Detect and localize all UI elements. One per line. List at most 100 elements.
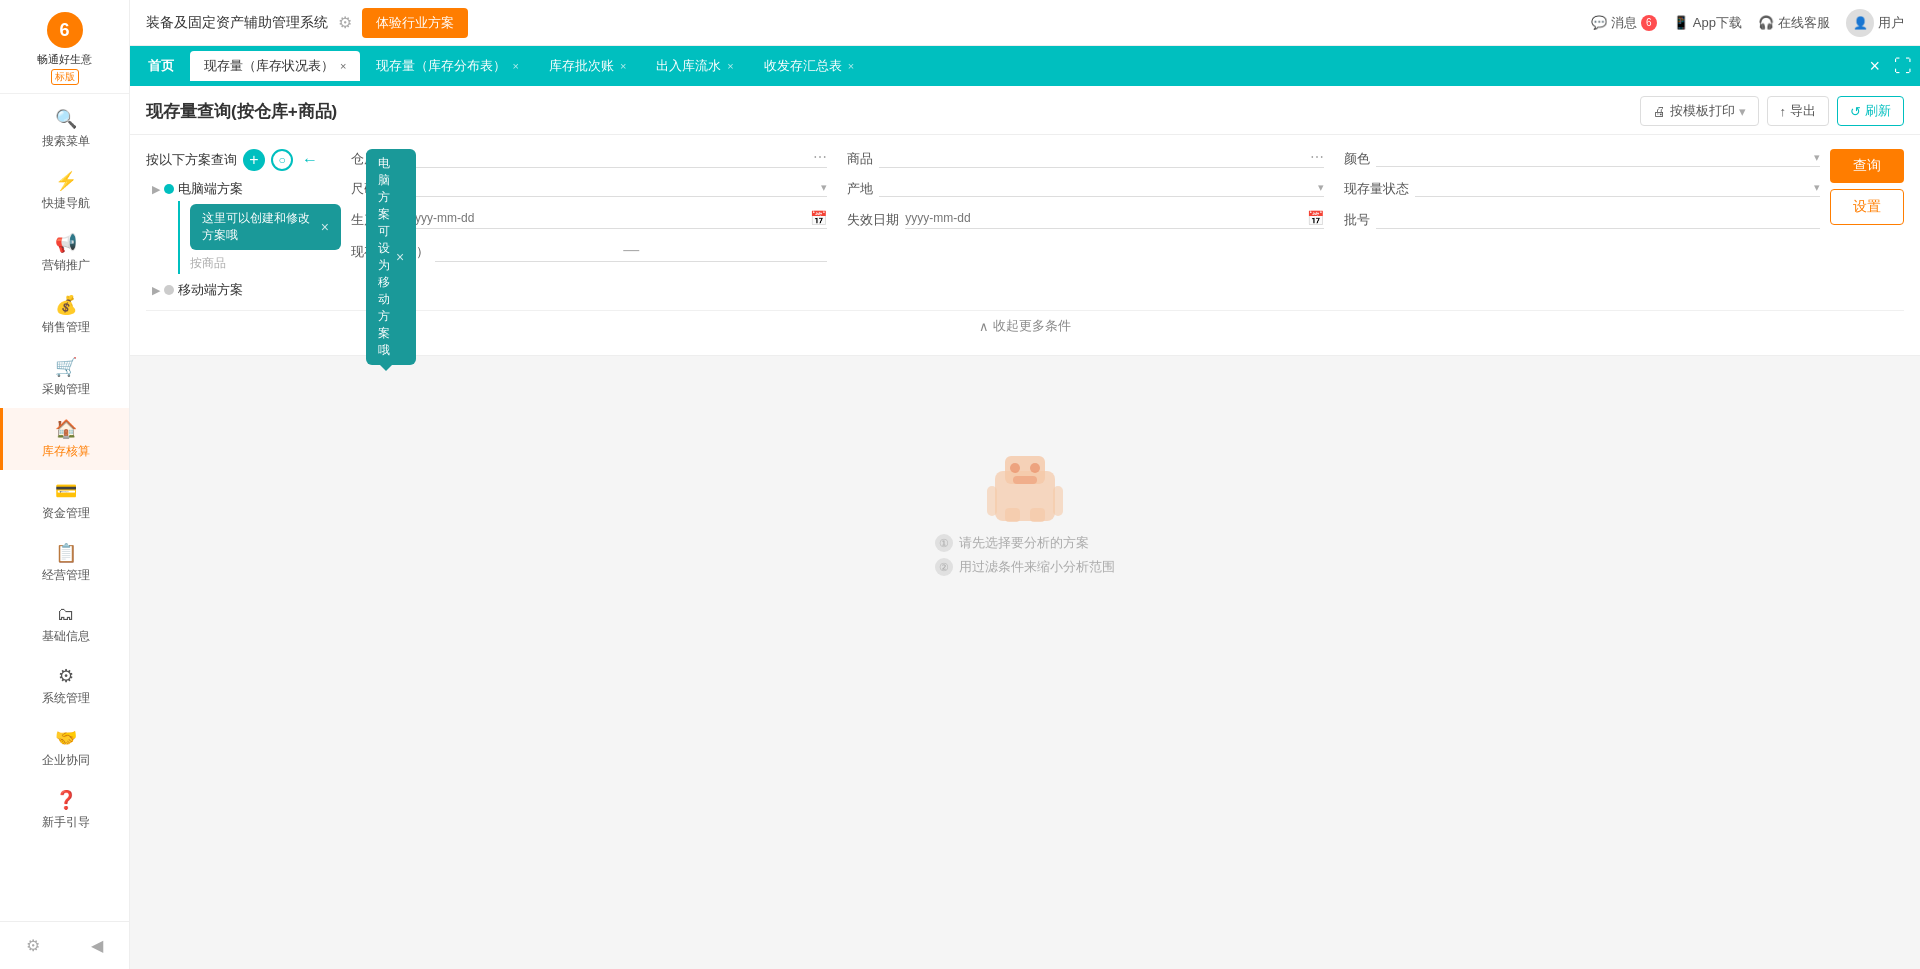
svg-rect-8 bbox=[1030, 508, 1045, 522]
collapse-up-icon: ∧ bbox=[979, 319, 989, 334]
expire-date-calendar-icon[interactable]: 📅 bbox=[1307, 210, 1324, 226]
message-icon: 💬 bbox=[1591, 15, 1607, 30]
produce-date-input[interactable] bbox=[409, 211, 810, 225]
field-stock-status-control[interactable]: ▾ bbox=[1415, 181, 1820, 197]
inventory-icon: 🏠 bbox=[55, 418, 77, 440]
warehouse-more-icon[interactable]: ⋯ bbox=[813, 149, 827, 165]
svg-rect-7 bbox=[1005, 508, 1020, 522]
sidebar-item-sales[interactable]: 💰 销售管理 bbox=[0, 284, 129, 346]
stock-qty-to-input[interactable] bbox=[643, 243, 827, 258]
settings-btn[interactable]: ⚙ bbox=[22, 932, 44, 959]
sidebar-menu: 🔍 搜索菜单 ⚡ 快捷导航 📢 营销推广 💰 销售管理 🛒 采购管理 🏠 库存核… bbox=[0, 94, 129, 921]
export-button[interactable]: ↑ 导出 bbox=[1767, 96, 1830, 126]
online-service-item[interactable]: 🎧 在线客服 bbox=[1758, 14, 1830, 32]
search-button[interactable]: 查询 bbox=[1830, 149, 1904, 183]
filter-back-button[interactable]: ← bbox=[299, 149, 321, 171]
tooltip1: 电脑方案可设为移动方案哦 × bbox=[366, 149, 416, 365]
tab-summary-close[interactable]: × bbox=[848, 60, 854, 72]
search-icon: 🔍 bbox=[55, 108, 77, 130]
message-item[interactable]: 💬 消息 6 bbox=[1591, 14, 1657, 32]
collapse-btn[interactable]: ◀ bbox=[87, 932, 107, 959]
tab-summary[interactable]: 收发存汇总表 × bbox=[750, 51, 868, 81]
app-download-label: App下载 bbox=[1693, 14, 1742, 32]
field-stock-qty: 现存量（主） — bbox=[351, 241, 827, 262]
product-input[interactable] bbox=[879, 150, 1305, 165]
empty-hints: ① 请先选择要分析的方案 ② 用过滤条件来缩小分析范围 bbox=[935, 534, 1115, 576]
tab-inventory-dist-close[interactable]: × bbox=[512, 60, 518, 72]
tab-flow-label: 出入库流水 bbox=[656, 57, 721, 75]
expire-date-input[interactable] bbox=[905, 211, 1306, 225]
hint1-text: 请先选择要分析的方案 bbox=[959, 534, 1089, 552]
sidebar-item-marketing[interactable]: 📢 营销推广 bbox=[0, 222, 129, 284]
tab-inventory-status[interactable]: 现存量（库存状况表） × bbox=[190, 51, 360, 81]
sidebar-item-enterprise[interactable]: 🤝 企业协同 bbox=[0, 717, 129, 779]
tab-flow-close[interactable]: × bbox=[727, 60, 733, 72]
field-size-control[interactable]: ▾ bbox=[383, 181, 827, 197]
refresh-button[interactable]: ↺ 刷新 bbox=[1837, 96, 1904, 126]
sidebar-item-label-quick: 快捷导航 bbox=[42, 195, 90, 212]
plan-mobile-row[interactable]: ▶ 移动端方案 bbox=[146, 278, 341, 302]
plan-desktop-label: 电脑端方案 bbox=[178, 180, 243, 198]
svg-rect-5 bbox=[987, 486, 997, 516]
tab-home-label: 首页 bbox=[148, 57, 174, 75]
sidebar-item-search[interactable]: 🔍 搜索菜单 bbox=[0, 98, 129, 160]
query-btn-group: 查询 设置 bbox=[1830, 149, 1904, 225]
online-service-label: 在线客服 bbox=[1778, 14, 1830, 32]
print-button[interactable]: 🖨 按模板打印 ▾ bbox=[1640, 96, 1759, 126]
product-more-icon[interactable]: ⋯ bbox=[1310, 149, 1324, 165]
tooltip2-close[interactable]: × bbox=[321, 219, 329, 235]
stock-status-dropdown-icon: ▾ bbox=[1814, 181, 1820, 194]
sidebar-item-label-operation: 经营管理 bbox=[42, 567, 90, 584]
field-product-control: ⋯ bbox=[879, 149, 1323, 168]
tab-flow[interactable]: 出入库流水 × bbox=[642, 51, 747, 81]
tab-home[interactable]: 首页 bbox=[134, 51, 188, 81]
sidebar-item-label-guide: 新手引导 bbox=[42, 814, 90, 831]
reset-button[interactable]: 设置 bbox=[1830, 189, 1904, 225]
tooltip1-close[interactable]: × bbox=[396, 249, 404, 265]
sidebar-item-finance[interactable]: 💳 资金管理 bbox=[0, 470, 129, 532]
tab-fullscreen[interactable]: ⛶ bbox=[1890, 52, 1916, 81]
stock-qty-from-input[interactable] bbox=[435, 243, 619, 258]
sidebar-item-basic[interactable]: 🗂 基础信息 bbox=[0, 594, 129, 655]
hint2-num: ② bbox=[935, 558, 953, 576]
tab-close-all[interactable]: × bbox=[1865, 52, 1884, 81]
trial-button[interactable]: 体验行业方案 bbox=[362, 8, 468, 38]
sidebar-item-operation[interactable]: 📋 经营管理 bbox=[0, 532, 129, 594]
batch-input[interactable] bbox=[1376, 211, 1820, 226]
plan-desktop-row[interactable]: ▶ 电脑端方案 bbox=[146, 177, 341, 201]
warehouse-input[interactable] bbox=[383, 150, 809, 165]
field-batch: 批号 bbox=[1344, 211, 1820, 229]
sidebar-item-quick[interactable]: ⚡ 快捷导航 bbox=[0, 160, 129, 222]
gear-icon[interactable]: ⚙ bbox=[338, 13, 352, 32]
tab-inventory-status-label: 现存量（库存状况表） bbox=[204, 57, 334, 75]
field-color-label: 颜色 bbox=[1344, 150, 1370, 168]
size-dropdown-icon: ▾ bbox=[821, 181, 827, 194]
sidebar-item-system[interactable]: ⚙ 系统管理 bbox=[0, 655, 129, 717]
filter-add-button[interactable]: + bbox=[243, 149, 265, 171]
sidebar-item-label-inventory: 库存核算 bbox=[42, 443, 90, 460]
field-expire-date: 失效日期 📅 bbox=[847, 210, 1323, 229]
plan-mobile-label: 移动端方案 bbox=[178, 281, 243, 299]
range-sep: — bbox=[623, 241, 639, 259]
tooltip2: 这里可以创建和修改方案哦 × bbox=[190, 204, 341, 250]
app-download-item[interactable]: 📱 App下载 bbox=[1673, 14, 1742, 32]
tab-inventory-dist[interactable]: 现存量（库存分布表） × bbox=[362, 51, 532, 81]
tab-batch[interactable]: 库存批次账 × bbox=[535, 51, 640, 81]
sidebar-item-label-basic: 基础信息 bbox=[42, 628, 90, 645]
svg-rect-6 bbox=[1053, 486, 1063, 516]
tab-batch-close[interactable]: × bbox=[620, 60, 626, 72]
headset-icon: 🎧 bbox=[1758, 15, 1774, 30]
sidebar-item-inventory[interactable]: 🏠 库存核算 bbox=[0, 408, 129, 470]
filter-edit-button[interactable]: ○ bbox=[271, 149, 293, 171]
sidebar-item-label-enterprise: 企业协同 bbox=[42, 752, 90, 769]
field-color-control[interactable]: ▾ bbox=[1376, 151, 1820, 167]
user-item[interactable]: 👤 用户 bbox=[1846, 9, 1904, 37]
page-content: 现存量查询(按仓库+商品) 🖨 按模板打印 ▾ ↑ 导出 ↺ 刷新 bbox=[130, 86, 1920, 969]
field-origin-control[interactable]: ▾ bbox=[879, 181, 1323, 197]
produce-date-calendar-icon[interactable]: 📅 bbox=[810, 210, 827, 226]
chevron-right-mobile-icon: ▶ bbox=[152, 284, 160, 297]
sidebar-item-purchase[interactable]: 🛒 采购管理 bbox=[0, 346, 129, 408]
export-label: 导出 bbox=[1790, 102, 1816, 120]
tab-inventory-status-close[interactable]: × bbox=[340, 60, 346, 72]
sidebar-item-guide[interactable]: ❓ 新手引导 bbox=[0, 779, 129, 841]
